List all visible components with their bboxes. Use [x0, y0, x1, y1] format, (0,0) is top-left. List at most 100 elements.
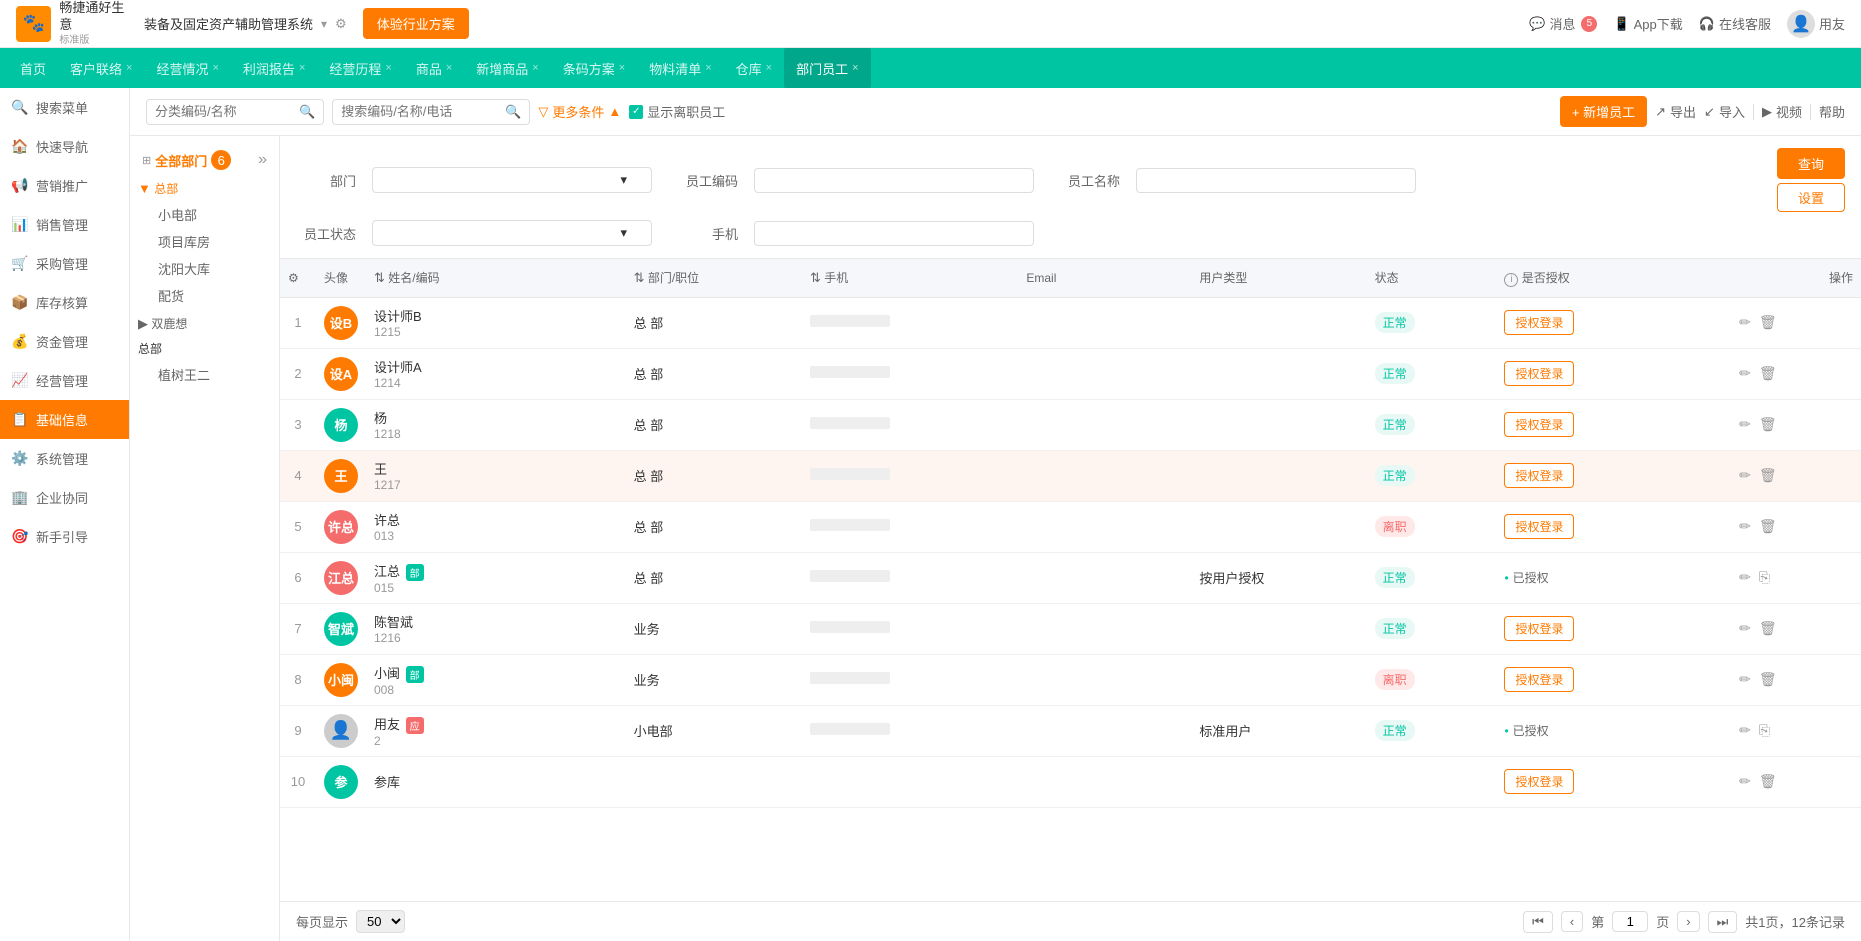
- sidebar-item-purchase[interactable]: 🛒 采购管理: [0, 244, 129, 283]
- tab-close-icon[interactable]: ×: [446, 62, 452, 74]
- dept-parent-1[interactable]: ▶ 双鹿想: [138, 309, 271, 336]
- auth-login-btn[interactable]: 授权登录: [1504, 310, 1574, 335]
- search-input-wrapper[interactable]: 🔍: [146, 99, 324, 125]
- app-download-item[interactable]: 📱 App下载: [1613, 14, 1682, 33]
- th-dept[interactable]: ⇅ 部门/职位: [626, 259, 802, 297]
- tab-close-icon[interactable]: ×: [766, 62, 772, 74]
- auth-login-btn[interactable]: 授权登录: [1504, 361, 1574, 386]
- delete-icon[interactable]: 🗑: [1759, 773, 1777, 790]
- online-service-item[interactable]: 🎧 在线客服: [1699, 14, 1771, 33]
- sidebar-item-system[interactable]: ⚙️ 系统管理: [0, 439, 129, 478]
- next-page-btn[interactable]: ›: [1677, 911, 1699, 932]
- auth-login-btn[interactable]: 授权登录: [1504, 514, 1574, 539]
- copy-icon[interactable]: ⎘: [1759, 569, 1770, 586]
- edit-icon[interactable]: ✏: [1739, 620, 1751, 637]
- tab-close-icon[interactable]: ×: [212, 62, 218, 74]
- sidebar-item-quicknav[interactable]: 🏠 快速导航: [0, 127, 129, 166]
- delete-icon[interactable]: 🗑: [1759, 518, 1777, 535]
- tab-home[interactable]: 首页: [8, 48, 58, 88]
- dept-child-xiaodian[interactable]: 小电部: [138, 201, 271, 228]
- th-settings[interactable]: ⚙: [280, 259, 316, 297]
- auth-login-btn[interactable]: 授权登录: [1504, 412, 1574, 437]
- tab-warehouse[interactable]: 仓库 ×: [724, 48, 784, 88]
- auth-login-btn[interactable]: 授权登录: [1504, 463, 1574, 488]
- sidebar-item-inventory[interactable]: 📦 库存核算: [0, 283, 129, 322]
- edit-icon[interactable]: ✏: [1739, 365, 1751, 382]
- tab-close-icon[interactable]: ×: [385, 62, 391, 74]
- employee-search-input[interactable]: [341, 104, 501, 119]
- video-btn[interactable]: ▶ 视频: [1762, 102, 1802, 121]
- tab-bom[interactable]: 物料清单 ×: [637, 48, 723, 88]
- first-page-btn[interactable]: ⏮: [1523, 911, 1553, 933]
- help-btn[interactable]: 帮助: [1819, 102, 1845, 121]
- edit-icon[interactable]: ✏: [1739, 773, 1751, 790]
- delete-icon[interactable]: 🗑: [1759, 314, 1777, 331]
- user-item[interactable]: 👤 用友: [1787, 10, 1845, 38]
- edit-icon[interactable]: ✏: [1739, 671, 1751, 688]
- add-employee-button[interactable]: + 新增员工: [1560, 96, 1647, 127]
- delete-icon[interactable]: 🗑: [1759, 620, 1777, 637]
- title-arrow-icon[interactable]: ▾: [321, 17, 327, 31]
- dept-child-zhishu[interactable]: 植树王二: [138, 361, 271, 388]
- tab-employees[interactable]: 部门员工 ×: [784, 48, 870, 88]
- edit-icon[interactable]: ✏: [1739, 467, 1751, 484]
- tab-close-icon[interactable]: ×: [126, 62, 132, 74]
- edit-icon[interactable]: ✏: [1739, 518, 1751, 535]
- edit-icon[interactable]: ✏: [1739, 416, 1751, 433]
- th-name[interactable]: ⇅ 姓名/编码: [366, 259, 626, 297]
- dept-child-project[interactable]: 项目库房: [138, 228, 271, 255]
- dept-parent-2[interactable]: 总部: [138, 336, 271, 361]
- tab-add-goods[interactable]: 新增商品 ×: [464, 48, 550, 88]
- last-page-btn[interactable]: ⏭: [1708, 911, 1738, 933]
- tab-close-icon[interactable]: ×: [299, 62, 305, 74]
- auth-login-btn[interactable]: 授权登录: [1504, 616, 1574, 641]
- more-filter-btn[interactable]: ▽ 更多条件 ▲: [538, 102, 621, 121]
- collapse-panel-btn[interactable]: »: [258, 151, 267, 169]
- tab-history[interactable]: 经营历程 ×: [317, 48, 403, 88]
- dept-all-label[interactable]: 全部部门: [155, 151, 207, 170]
- tab-goods[interactable]: 商品 ×: [404, 48, 464, 88]
- search-input2-wrapper[interactable]: 🔍: [332, 99, 530, 125]
- delete-icon[interactable]: 🗑: [1759, 416, 1777, 433]
- sidebar-item-finance[interactable]: 💰 资金管理: [0, 322, 129, 361]
- message-item[interactable]: 💬 消息 5: [1529, 14, 1597, 33]
- tab-close-icon[interactable]: ×: [705, 62, 711, 74]
- edit-icon[interactable]: ✏: [1739, 314, 1751, 331]
- dept-parent-0[interactable]: ▼ 总部: [138, 176, 271, 201]
- prev-page-btn[interactable]: ‹: [1561, 911, 1583, 932]
- tab-barcode[interactable]: 条码方案 ×: [551, 48, 637, 88]
- category-search-input[interactable]: [155, 104, 295, 119]
- dept-child-peihuo[interactable]: 配货: [138, 282, 271, 309]
- tab-profit[interactable]: 利润报告 ×: [231, 48, 317, 88]
- delete-icon[interactable]: 🗑: [1759, 467, 1777, 484]
- import-btn[interactable]: ↙ 导入: [1704, 102, 1745, 121]
- empname-filter-input[interactable]: [1136, 168, 1416, 193]
- sidebar-item-basic[interactable]: 📋 基础信息: [0, 400, 129, 439]
- status-filter-select[interactable]: ▾: [372, 220, 652, 246]
- tab-customer[interactable]: 客户联络 ×: [58, 48, 144, 88]
- set-button[interactable]: 设置: [1777, 183, 1845, 212]
- tab-close-icon[interactable]: ×: [852, 62, 858, 74]
- show-resigned-toggle[interactable]: ✓ 显示离职员工: [629, 102, 725, 121]
- copy-icon[interactable]: ⎘: [1759, 722, 1770, 739]
- empcode-filter-input[interactable]: [754, 168, 1034, 193]
- th-phone[interactable]: ⇅ 手机: [802, 259, 1018, 297]
- sidebar-item-guide[interactable]: 🎯 新手引导: [0, 517, 129, 556]
- dept-filter-select[interactable]: ▾: [372, 167, 652, 193]
- sidebar-item-marketing[interactable]: 📢 营销推广: [0, 166, 129, 205]
- auth-login-btn[interactable]: 授权登录: [1504, 667, 1574, 692]
- phone-filter-input[interactable]: [754, 221, 1034, 246]
- delete-icon[interactable]: 🗑: [1759, 365, 1777, 382]
- tab-close-icon[interactable]: ×: [532, 62, 538, 74]
- auth-login-btn[interactable]: 授权登录: [1504, 769, 1574, 794]
- query-button[interactable]: 查询: [1777, 148, 1845, 179]
- export-btn[interactable]: ↗ 导出: [1655, 102, 1696, 121]
- delete-icon[interactable]: 🗑: [1759, 671, 1777, 688]
- sidebar-item-search[interactable]: 🔍 搜索菜单: [0, 88, 129, 127]
- tab-close-icon[interactable]: ×: [619, 62, 625, 74]
- dept-child-shenyang[interactable]: 沈阳大库: [138, 255, 271, 282]
- try-btn[interactable]: 体验行业方案: [363, 8, 469, 39]
- sidebar-item-sales[interactable]: 📊 销售管理: [0, 205, 129, 244]
- page-number-input[interactable]: [1612, 911, 1648, 932]
- tab-operations[interactable]: 经营情况 ×: [144, 48, 230, 88]
